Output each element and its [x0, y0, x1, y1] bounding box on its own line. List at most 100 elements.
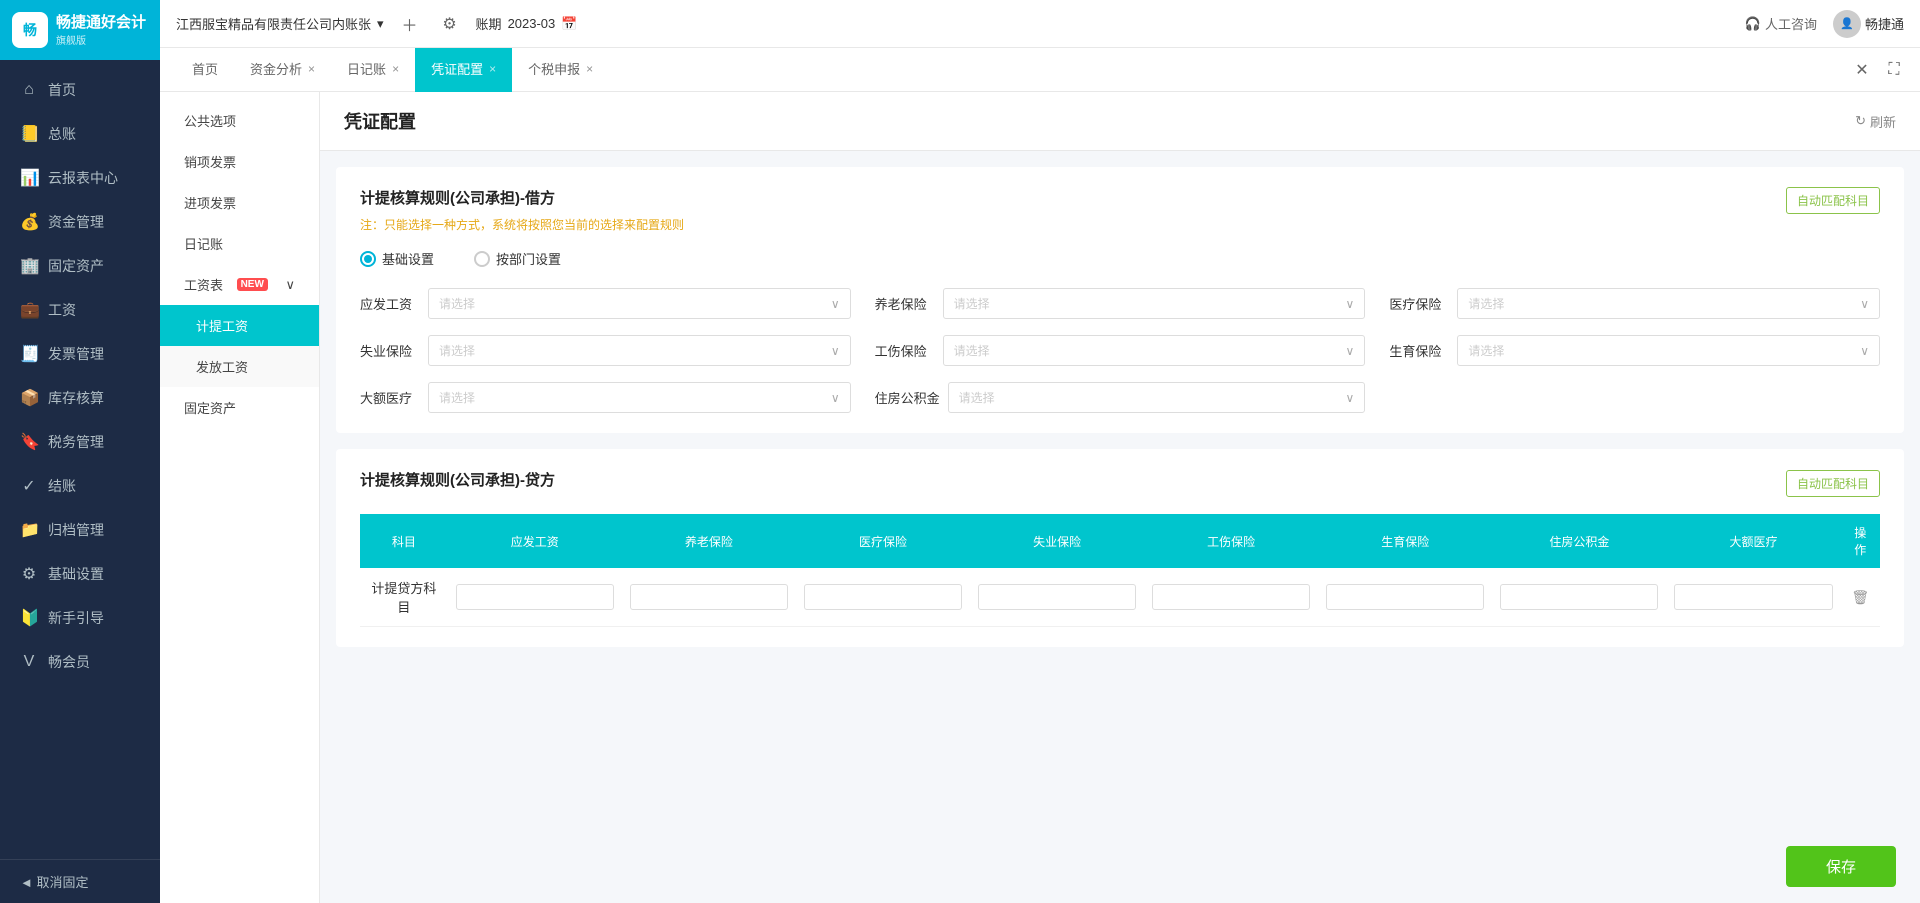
fullscreen-button[interactable]: ⛶ [1880, 56, 1908, 84]
row-unemployment-input[interactable] [978, 584, 1136, 610]
section1-note: 注：只能选择一种方式，系统将按照您当前的选择来配置规则 [360, 216, 1786, 233]
sidebar-item-settlement[interactable]: ✓ 结账 [0, 464, 160, 508]
save-button[interactable]: 保存 [1786, 846, 1896, 887]
radio-dept[interactable]: 按部门设置 [474, 249, 561, 268]
row-pension-input[interactable] [630, 584, 788, 610]
left-menu-calc-salary[interactable]: 计提工资 [160, 305, 319, 346]
tab-tax-return[interactable]: 个税申报 × [512, 48, 609, 92]
tab-close-journal[interactable]: × [392, 62, 399, 76]
pension-select[interactable]: 请选择 ∨ [943, 288, 1366, 319]
sidebar-item-basic[interactable]: ⚙ 基础设置 [0, 552, 160, 596]
salary-select[interactable]: 请选择 ∨ [428, 288, 851, 319]
sidebar-item-invoice[interactable]: 🧾 发票管理 [0, 332, 160, 376]
tab-close-tax-return[interactable]: × [586, 62, 593, 76]
housing-select-arrow: ∨ [1346, 391, 1355, 405]
sidebar-item-salary[interactable]: 💼 工资 [0, 288, 160, 332]
close-tab-button[interactable]: ✕ [1848, 56, 1876, 84]
ledger-icon: 📒 [20, 124, 38, 144]
large-medical-select[interactable]: 请选择 ∨ [428, 382, 851, 413]
row-unemployment-input-cell [970, 568, 1144, 627]
salary-label: 应发工资 [360, 294, 420, 313]
sidebar-item-home[interactable]: ⌂ 首页 [0, 68, 160, 112]
user-button[interactable]: 👤 畅捷通 [1833, 10, 1904, 38]
tab-home[interactable]: 首页 [176, 48, 234, 92]
sidebar-item-archive[interactable]: 📁 归档管理 [0, 508, 160, 552]
assets-icon: 🏢 [20, 256, 38, 276]
save-bar: 保存 [1762, 830, 1920, 903]
sidebar-item-ledger[interactable]: 📒 总账 [0, 112, 160, 156]
section-debit: 计提核算规则(公司承担)-借方 注：只能选择一种方式，系统将按照您当前的选择来配… [336, 167, 1904, 433]
sidebar-item-inventory[interactable]: 📦 库存核算 [0, 376, 160, 420]
radio-dept-circle [474, 251, 490, 267]
add-button[interactable]: ＋ [396, 10, 424, 38]
delete-row-button[interactable]: 🗑 [1851, 589, 1869, 605]
injury-select[interactable]: 请选择 ∨ [943, 335, 1366, 366]
medical-select[interactable]: 请选择 ∨ [1457, 288, 1880, 319]
form-item-large-medical: 大额医疗 请选择 ∨ [360, 382, 851, 413]
settlement-icon: ✓ [20, 476, 38, 496]
birth-select-arrow: ∨ [1860, 344, 1869, 358]
birth-select[interactable]: 请选择 ∨ [1457, 335, 1880, 366]
auto-match-debit-button[interactable]: 自动匹配科目 [1786, 187, 1880, 214]
left-menu-salary-table[interactable]: 工资表 NEW ∨ [160, 264, 319, 305]
vip-icon: V [20, 653, 38, 671]
section1-title: 计提核算规则(公司承担)-借方 [360, 187, 1786, 208]
row-birth-input[interactable] [1326, 584, 1484, 610]
period-display: 账期 2023-03 📅 [476, 14, 578, 33]
page-header: 凭证配置 ↻ 刷新 [320, 92, 1920, 151]
row-pension-input-cell [622, 568, 796, 627]
sidebar-item-tax[interactable]: 🔖 税务管理 [0, 420, 160, 464]
row-salary-input[interactable] [456, 584, 614, 610]
tab-journal[interactable]: 日记账 × [331, 48, 415, 92]
company-selector[interactable]: 江西服宝精品有限责任公司内账张 ▾ [176, 14, 384, 33]
avatar: 👤 [1833, 10, 1861, 38]
tab-voucher[interactable]: 凭证配置 × [415, 48, 512, 92]
tab-close-fund[interactable]: × [308, 62, 315, 76]
col-large-medical: 大额医疗 [1666, 514, 1840, 568]
settings-button[interactable]: ⚙ [436, 10, 464, 38]
tab-fund[interactable]: 资金分析 × [234, 48, 331, 92]
refresh-icon: ↻ [1855, 113, 1866, 129]
auto-match-credit-button[interactable]: 自动匹配科目 [1786, 470, 1880, 497]
left-menu-public[interactable]: 公共选项 [160, 100, 319, 141]
row-large-medical-input[interactable] [1674, 584, 1832, 610]
tabbar: 首页 资金分析 × 日记账 × 凭证配置 × 个税申报 × ✕ ⛶ [160, 48, 1920, 92]
housing-select[interactable]: 请选择 ∨ [948, 382, 1366, 413]
radio-basic[interactable]: 基础设置 [360, 249, 434, 268]
left-menu-purchase-invoice[interactable]: 进项发票 [160, 182, 319, 223]
left-menu-pay-salary[interactable]: 发放工资 [160, 346, 319, 387]
salary-icon: 💼 [20, 300, 38, 320]
form-item-unemployment: 失业保险 请选择 ∨ [360, 335, 851, 366]
section2-header: 计提核算规则(公司承担)-贷方 自动匹配科目 [360, 469, 1880, 498]
sidebar-item-guide[interactable]: 🔰 新手引导 [0, 596, 160, 640]
tab-close-voucher[interactable]: × [489, 62, 496, 76]
row-housing-input-cell [1492, 568, 1666, 627]
credit-table: 科目 应发工资 养老保险 医疗保险 失业保险 工伤保险 生育保险 住房公积金 大… [360, 514, 1880, 627]
injury-label: 工伤保险 [875, 341, 935, 360]
row-housing-input[interactable] [1500, 584, 1658, 610]
table-header-row: 科目 应发工资 养老保险 医疗保险 失业保险 工伤保险 生育保险 住房公积金 大… [360, 514, 1880, 568]
row-medical-input[interactable] [804, 584, 962, 610]
col-housing: 住房公积金 [1492, 514, 1666, 568]
unemployment-select[interactable]: 请选择 ∨ [428, 335, 851, 366]
birth-label: 生育保险 [1389, 341, 1449, 360]
sidebar-item-vip[interactable]: V 畅会员 [0, 640, 160, 684]
refresh-button[interactable]: ↻ 刷新 [1855, 112, 1896, 131]
left-menu-fixed-assets[interactable]: 固定资产 [160, 387, 319, 428]
unpin-button[interactable]: ◄ 取消固定 [0, 859, 160, 903]
home-icon: ⌂ [20, 81, 38, 99]
sidebar-item-fund[interactable]: 💰 资金管理 [0, 200, 160, 244]
table-row: 计提贷方科目 🗑 [360, 568, 1880, 627]
large-medical-label: 大额医疗 [360, 388, 420, 407]
tax-icon: 🔖 [20, 432, 38, 452]
calendar-icon: 📅 [561, 16, 577, 32]
unemployment-select-arrow: ∨ [831, 344, 840, 358]
unemployment-label: 失业保险 [360, 341, 420, 360]
left-menu-sales-invoice[interactable]: 销项发票 [160, 141, 319, 182]
sidebar-item-cloud-report[interactable]: 📊 云报表中心 [0, 156, 160, 200]
sidebar-item-assets[interactable]: 🏢 固定资产 [0, 244, 160, 288]
row-injury-input[interactable] [1152, 584, 1310, 610]
left-menu-journal[interactable]: 日记账 [160, 223, 319, 264]
service-button[interactable]: 🎧 人工咨询 [1745, 14, 1817, 33]
col-salary: 应发工资 [448, 514, 622, 568]
